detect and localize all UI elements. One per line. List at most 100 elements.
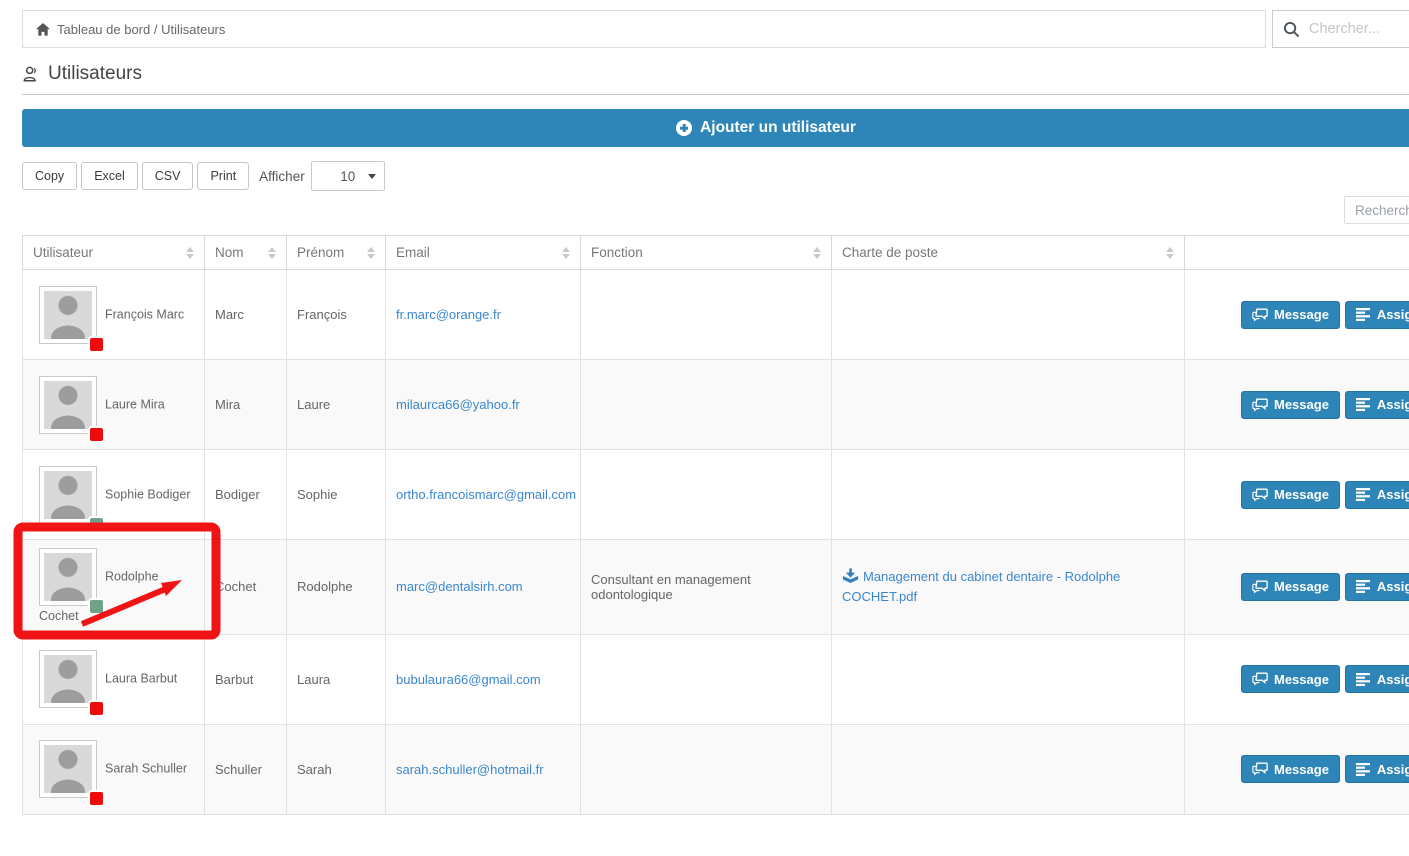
assign-icon xyxy=(1355,762,1370,776)
message-button[interactable]: Message xyxy=(1241,755,1340,784)
avatar xyxy=(39,285,105,353)
cell-fonction xyxy=(580,359,832,450)
cell-prenom: Sarah xyxy=(286,723,386,815)
users-table: Utilisateur Nom Prénom Email Fonction Ch… xyxy=(22,235,1409,815)
topbar: Tableau de bord / Utilisateurs xyxy=(22,10,1409,48)
status-badge xyxy=(88,515,105,533)
avatar xyxy=(39,548,105,615)
email-link[interactable]: fr.marc@orange.fr xyxy=(396,307,501,322)
cell-nom: Cochet xyxy=(204,539,287,635)
export-excel-button[interactable]: Excel xyxy=(81,162,138,190)
charte-download-link[interactable]: Management du cabinet dentaire - Rodolph… xyxy=(842,568,1120,604)
cell-nom: Marc xyxy=(204,269,287,360)
users-icon xyxy=(23,66,36,82)
user-display-name: Laure Mira xyxy=(105,396,165,411)
cell-prenom: François xyxy=(286,269,386,360)
user-display-name: Sophie Bodiger xyxy=(105,486,191,501)
avatar xyxy=(39,740,105,808)
add-user-button[interactable]: Ajouter un utilisateur xyxy=(22,109,1409,147)
column-header[interactable]: Charte de poste xyxy=(831,235,1185,270)
sort-icon xyxy=(562,246,570,259)
email-link[interactable]: ortho.francoismarc@gmail.com xyxy=(396,487,576,502)
avatar-photo xyxy=(44,380,92,429)
cell-nom: Bodiger xyxy=(204,449,287,540)
sort-icon xyxy=(186,246,194,259)
email-link[interactable]: milaurca66@yahoo.fr xyxy=(396,397,520,412)
email-link[interactable]: bubulaura66@gmail.com xyxy=(396,672,541,687)
cell-nom: Barbut xyxy=(204,633,287,725)
page-size-select[interactable]: 10 xyxy=(310,161,385,191)
assign-icon xyxy=(1355,488,1370,501)
plus-icon xyxy=(676,120,693,136)
message-button[interactable]: Message xyxy=(1241,572,1340,601)
avatar-photo xyxy=(44,655,92,704)
assign-button[interactable]: Assigner xyxy=(1344,755,1409,784)
email-link[interactable]: sarah.schuller@hotmail.fr xyxy=(396,762,544,777)
avatar xyxy=(39,465,105,533)
export-toolbar: Copy Excel CSV Print Afficher 10 xyxy=(22,161,1409,191)
message-button[interactable]: Message xyxy=(1241,300,1340,329)
avatar xyxy=(39,375,105,443)
cell-nom: Schuller xyxy=(204,723,287,815)
assign-button[interactable]: Assigner xyxy=(1344,665,1409,694)
assign-button[interactable]: Assigner xyxy=(1344,390,1409,419)
column-header[interactable]: Prénom xyxy=(286,235,386,270)
breadcrumb[interactable]: Tableau de bord / Utilisateurs xyxy=(22,10,1266,48)
table-row: François Marc Marc François fr.marc@oran… xyxy=(22,269,1409,360)
cell-fonction: Consultant en management odontologique xyxy=(580,539,832,635)
assign-icon xyxy=(1355,398,1370,411)
export-copy-button[interactable]: Copy xyxy=(22,162,78,190)
column-header[interactable]: Email xyxy=(385,235,581,270)
status-badge xyxy=(88,598,105,615)
message-button[interactable]: Message xyxy=(1241,390,1340,419)
export-print-button[interactable]: Print xyxy=(197,162,250,190)
user-display-name: François Marc xyxy=(105,306,185,321)
message-icon xyxy=(1252,672,1268,686)
status-badge xyxy=(88,335,105,353)
table-header-row: Utilisateur Nom Prénom Email Fonction Ch… xyxy=(22,235,1409,270)
column-header[interactable]: Utilisateur xyxy=(22,235,205,270)
cell-prenom: Laura xyxy=(286,633,386,725)
assign-button[interactable]: Assigner xyxy=(1344,480,1409,509)
message-button[interactable]: Message xyxy=(1241,665,1340,694)
sort-icon xyxy=(367,246,375,259)
page-title: Utilisateurs xyxy=(48,63,142,84)
cell-prenom: Rodolphe xyxy=(286,539,386,635)
global-search-input[interactable] xyxy=(1309,21,1409,37)
email-link[interactable]: marc@dentalsirh.com xyxy=(396,579,523,594)
cell-prenom: Laure xyxy=(286,359,386,450)
download-icon xyxy=(842,568,859,583)
export-csv-button[interactable]: CSV xyxy=(141,162,194,190)
table-row: Sophie Bodiger Bodiger Sophie ortho.fran… xyxy=(22,449,1409,540)
cell-fonction xyxy=(580,723,832,815)
assign-button[interactable]: Assigner xyxy=(1344,300,1409,329)
cell-fonction xyxy=(580,269,832,360)
assign-button[interactable]: Assigner xyxy=(1344,572,1409,601)
message-button[interactable]: Message xyxy=(1241,480,1340,509)
title-row: Utilisateurs xyxy=(22,63,1409,85)
message-icon xyxy=(1252,580,1268,594)
column-header[interactable]: Nom xyxy=(204,235,287,270)
message-icon xyxy=(1252,398,1268,412)
cell-nom: Mira xyxy=(204,359,287,450)
search-icon xyxy=(1283,21,1300,37)
sort-icon xyxy=(268,246,276,259)
home-icon xyxy=(36,22,50,36)
cell-fonction xyxy=(580,449,832,540)
column-header[interactable]: Fonction xyxy=(580,235,832,270)
global-search xyxy=(1272,10,1409,48)
table-row: Rodolphe Cochet Cochet Rodolphe marc@den… xyxy=(22,539,1409,635)
status-badge xyxy=(88,700,105,718)
page-size-value: 10 xyxy=(340,168,356,184)
sort-icon xyxy=(813,246,821,259)
avatar-photo xyxy=(44,553,92,601)
assign-icon xyxy=(1355,580,1370,594)
cell-fonction xyxy=(580,633,832,725)
column-header[interactable] xyxy=(1184,235,1409,270)
filter-row xyxy=(22,196,1409,224)
table-row: Sarah Schuller Schuller Sarah sarah.schu… xyxy=(22,723,1409,815)
message-icon xyxy=(1252,762,1268,776)
table-filter-input[interactable] xyxy=(1344,196,1409,224)
avatar xyxy=(39,650,105,718)
cell-prenom: Sophie xyxy=(286,449,386,540)
